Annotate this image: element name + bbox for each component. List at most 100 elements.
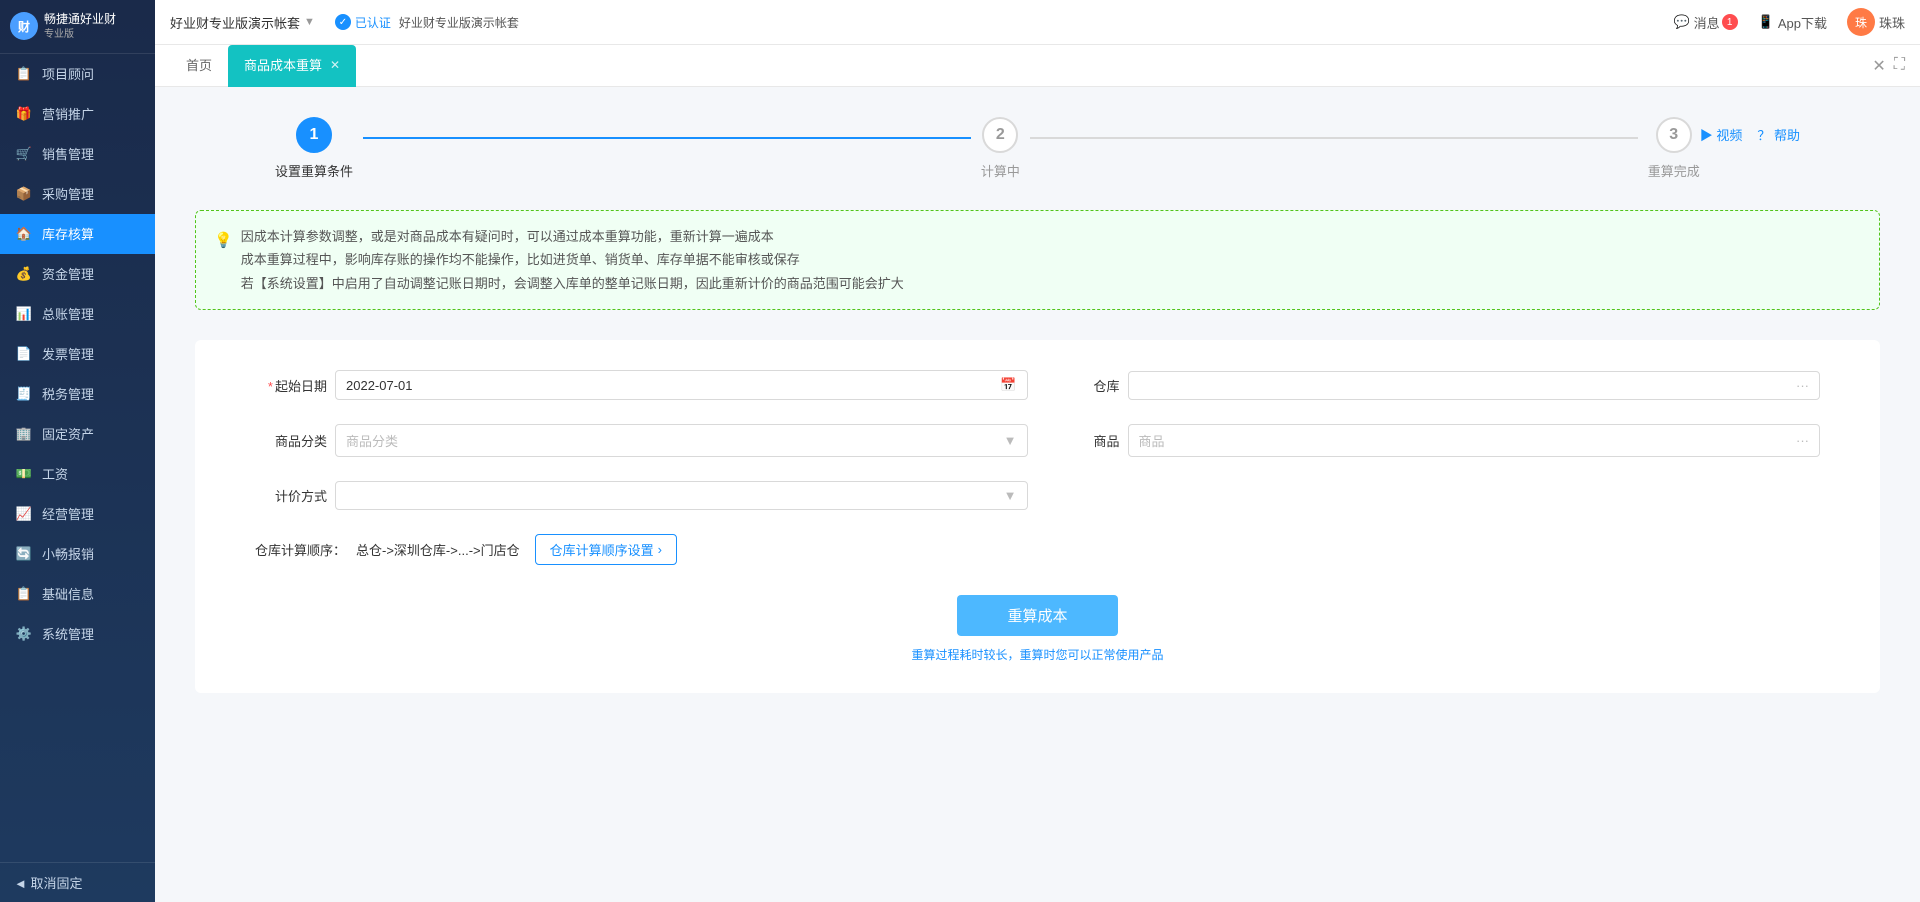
user-menu[interactable]: 珠 珠珠	[1847, 8, 1905, 36]
sidebar-item-accounting[interactable]: 📊 总账管理	[0, 294, 155, 334]
sidebar-item-salary[interactable]: 💵 工资	[0, 454, 155, 494]
chevron-right-icon: ›	[658, 542, 662, 557]
sales-icon: 🛒	[14, 144, 34, 164]
form-row-3: 计价方式 ▼	[255, 481, 1820, 510]
form-section: *起始日期 2022-07-01 📅 仓库 ···	[195, 340, 1880, 693]
accounting-icon: 📊	[14, 304, 34, 324]
sidebar-item-label-system: 系统管理	[42, 624, 94, 643]
help-link[interactable]: ？ 帮助	[1757, 125, 1800, 144]
sidebar-item-marketing[interactable]: 🎁 营销推广	[0, 94, 155, 134]
tab-close-icon[interactable]: ✕	[330, 58, 340, 72]
pricing-select[interactable]: ▼	[335, 481, 1028, 510]
expense-icon: 🔄	[14, 544, 34, 564]
goods-label: 商品	[1048, 431, 1128, 450]
start-date-field: *起始日期 2022-07-01 📅	[255, 370, 1028, 400]
sidebar-item-project[interactable]: 📋 项目顾问	[0, 54, 155, 94]
sidebar-logo: 财 畅捷通好业财 专业版	[0, 0, 155, 54]
sidebar-item-label-basic: 基础信息	[42, 584, 94, 603]
video-link[interactable]: ▶ 视频	[1700, 125, 1743, 144]
inventory-icon: 🏠	[14, 224, 34, 244]
warehouse-order-row: 仓库计算顺序： 总仓->深圳仓库->...->门店仓 仓库计算顺序设置 ›	[255, 534, 1820, 565]
tabbar-controls: ✕ ⛶	[1872, 56, 1905, 76]
sidebar-item-label-inventory: 库存核算	[42, 224, 94, 243]
form-row-2: 商品分类 商品分类 ▼ 商品 商品 ···	[255, 424, 1820, 457]
step-2-circle: 2	[982, 117, 1018, 153]
step-1-label: 设置重算条件	[275, 161, 353, 180]
submit-area: 重算成本 重算过程耗时较长，重算时您可以正常使用产品	[255, 595, 1820, 663]
step-1: 1 设置重算条件	[275, 117, 353, 180]
sidebar-item-assets[interactable]: 🏢 固定资产	[0, 414, 155, 454]
sidebar-item-label-operation: 经营管理	[42, 504, 94, 523]
logo-icon: 财	[10, 12, 38, 40]
info-content: 因成本计算参数调整，或是对商品成本有疑问时，可以通过成本重算功能，重新计算一遍成…	[241, 225, 904, 295]
warehouse-label: 仓库	[1048, 376, 1128, 395]
message-button[interactable]: 💬 消息 1	[1673, 13, 1737, 32]
sidebar-item-finance[interactable]: 💰 资金管理	[0, 254, 155, 294]
sidebar-item-inventory[interactable]: 🏠 库存核算	[0, 214, 155, 254]
sidebar-item-label-expense: 小畅报销	[42, 544, 94, 563]
category-chevron-icon: ▼	[1004, 433, 1017, 448]
warehouse-field: 仓库 ···	[1048, 371, 1821, 400]
account-chevron-icon: ▼	[304, 16, 315, 28]
step-2: 2 计算中	[981, 117, 1020, 180]
info-icon: 💡	[214, 227, 233, 254]
warehouse-input[interactable]: ···	[1128, 371, 1821, 400]
warehouse-order-value: 总仓->深圳仓库->...->门店仓	[356, 540, 520, 559]
form-row-1: *起始日期 2022-07-01 📅 仓库 ···	[255, 370, 1820, 400]
main-content: 好业财专业版演示帐套 ▼ ✓ 已认证 好业财专业版演示帐套 💬 消息 1 📱 A…	[155, 0, 1920, 902]
sidebar-nav: 📋 项目顾问 🎁 营销推广 🛒 销售管理 📦 采购管理 🏠 库存核算 💰 资金管…	[0, 54, 155, 862]
sidebar-item-label-purchase: 采购管理	[42, 184, 94, 203]
sidebar-item-label-marketing: 营销推广	[42, 104, 94, 123]
system-icon: ⚙️	[14, 624, 34, 644]
stepper-line-2	[1030, 137, 1638, 139]
tax-icon: 🧾	[14, 384, 34, 404]
project-icon: 📋	[14, 64, 34, 84]
sidebar-unpin[interactable]: ◄ 取消固定	[0, 862, 155, 902]
tab-home[interactable]: 首页	[170, 45, 228, 87]
step-3-circle: 3	[1656, 117, 1692, 153]
sidebar-item-label-salary: 工资	[42, 464, 68, 483]
start-date-input[interactable]: 2022-07-01 📅	[335, 370, 1028, 400]
salary-icon: 💵	[14, 464, 34, 484]
account-selector[interactable]: 好业财专业版演示帐套 ▼	[170, 13, 315, 32]
category-select[interactable]: 商品分类 ▼	[335, 424, 1028, 457]
basic-icon: 📋	[14, 584, 34, 604]
pricing-field: 计价方式 ▼	[255, 481, 1028, 510]
warehouse-order-button[interactable]: 仓库计算顺序设置 ›	[535, 534, 677, 565]
finance-icon: 💰	[14, 264, 34, 284]
sidebar-item-sales[interactable]: 🛒 销售管理	[0, 134, 155, 174]
sidebar-item-system[interactable]: ⚙️ 系统管理	[0, 614, 155, 654]
submit-button[interactable]: 重算成本	[957, 595, 1117, 636]
close-tab-icon[interactable]: ✕	[1872, 56, 1885, 76]
sidebar-item-expense[interactable]: 🔄 小畅报销	[0, 534, 155, 574]
sidebar-item-operation[interactable]: 📈 经营管理	[0, 494, 155, 534]
sidebar-item-invoice[interactable]: 📄 发票管理	[0, 334, 155, 374]
step-3: 3 重算完成	[1648, 117, 1700, 180]
tab-recalc[interactable]: 商品成本重算 ✕	[228, 45, 356, 87]
category-label: 商品分类	[255, 431, 335, 450]
sidebar: 财 畅捷通好业财 专业版 📋 项目顾问 🎁 营销推广 🛒 销售管理 📦 采购管理…	[0, 0, 155, 902]
step-2-label: 计算中	[981, 161, 1020, 180]
calendar-icon: 📅	[1000, 377, 1016, 393]
purchase-icon: 📦	[14, 184, 34, 204]
sidebar-item-basic[interactable]: 📋 基础信息	[0, 574, 155, 614]
step-1-circle: 1	[296, 117, 332, 153]
pricing-chevron-icon: ▼	[1004, 488, 1017, 503]
page-content: 1 设置重算条件 2 计算中 3 重算完成 ▶ 视频 ？ 帮助 💡 因成本计算参…	[155, 87, 1920, 902]
sidebar-item-purchase[interactable]: 📦 采购管理	[0, 174, 155, 214]
submit-note: 重算过程耗时较长，重算时您可以正常使用产品	[255, 646, 1820, 663]
tabbar: 首页 商品成本重算 ✕ ✕ ⛶	[155, 45, 1920, 87]
sidebar-item-label-sales: 销售管理	[42, 144, 94, 163]
app-download-button[interactable]: 📱 App下载	[1758, 13, 1827, 32]
goods-input[interactable]: 商品 ···	[1128, 424, 1821, 457]
step-3-label: 重算完成	[1648, 161, 1700, 180]
sidebar-item-tax[interactable]: 🧾 税务管理	[0, 374, 155, 414]
invoice-icon: 📄	[14, 344, 34, 364]
expand-icon[interactable]: ⛶	[1894, 56, 1905, 76]
message-badge: 1	[1722, 14, 1738, 30]
sidebar-item-label-invoice: 发票管理	[42, 344, 94, 363]
assets-icon: 🏢	[14, 424, 34, 444]
warehouse-order-label: 仓库计算顺序：	[255, 540, 346, 559]
goods-dots-icon: ···	[1796, 433, 1809, 448]
sidebar-item-label-accounting: 总账管理	[42, 304, 94, 323]
